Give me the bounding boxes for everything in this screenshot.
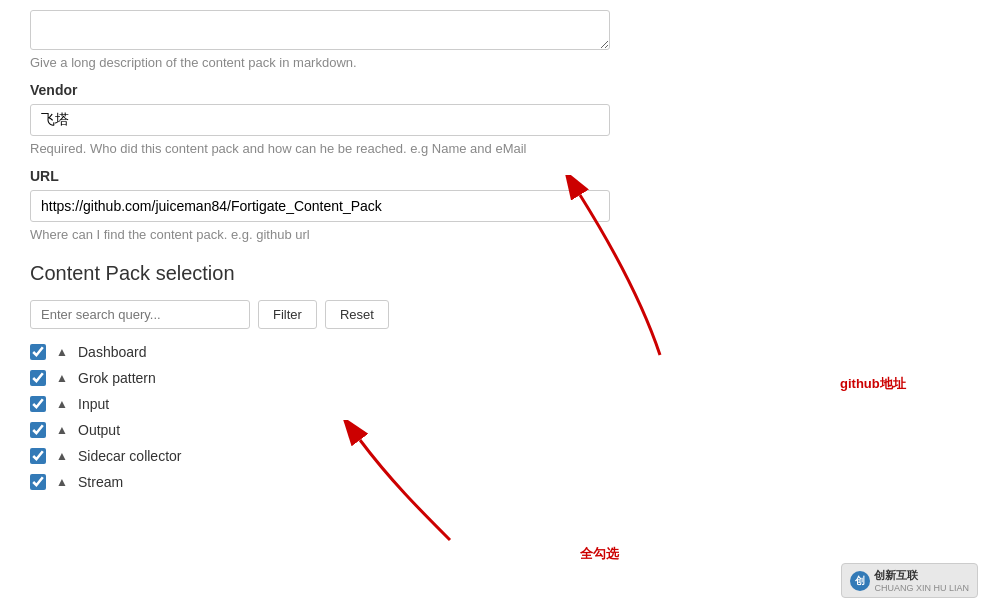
chevron-up-icon: ▲ (54, 344, 70, 360)
select-all-annotation: 全勾选 (580, 545, 619, 563)
github-annotation: github地址 (840, 375, 906, 393)
chevron-up-icon: ▲ (54, 370, 70, 386)
output-checkbox[interactable] (30, 422, 46, 438)
dashboard-checkbox[interactable] (30, 344, 46, 360)
item-label: Grok pattern (78, 370, 156, 386)
list-item: ▲ Dashboard (30, 344, 956, 360)
list-item: ▲ Stream (30, 474, 956, 490)
grok-pattern-checkbox[interactable] (30, 370, 46, 386)
reset-button[interactable]: Reset (325, 300, 389, 329)
stream-checkbox[interactable] (30, 474, 46, 490)
watermark-icon: 创 (850, 571, 870, 591)
list-item: ▲ Input (30, 396, 956, 412)
item-label: Input (78, 396, 109, 412)
list-item: ▲ Output (30, 422, 956, 438)
item-label: Output (78, 422, 120, 438)
url-label: URL (30, 168, 956, 184)
chevron-up-icon: ▲ (54, 474, 70, 490)
search-row: Filter Reset (30, 300, 956, 329)
search-input[interactable] (30, 300, 250, 329)
item-label: Stream (78, 474, 123, 490)
list-item: ▲ Sidecar collector (30, 448, 956, 464)
input-checkbox[interactable] (30, 396, 46, 412)
checklist-container: ▲ Dashboard ▲ Grok pattern ▲ Input ▲ Out… (30, 344, 956, 490)
url-hint: Where can I find the content pack. e.g. … (30, 227, 956, 242)
vendor-hint: Required. Who did this content pack and … (30, 141, 956, 156)
vendor-input[interactable] (30, 104, 610, 136)
list-item: ▲ Grok pattern (30, 370, 956, 386)
description-textarea[interactable] (30, 10, 610, 50)
description-hint: Give a long description of the content p… (30, 55, 956, 70)
item-label: Dashboard (78, 344, 147, 360)
watermark-text: 创新互联 CHUANG XIN HU LIAN (874, 568, 969, 593)
content-pack-title: Content Pack selection (30, 262, 956, 285)
sidecar-collector-checkbox[interactable] (30, 448, 46, 464)
filter-button[interactable]: Filter (258, 300, 317, 329)
page-container: Give a long description of the content p… (0, 0, 986, 606)
chevron-up-icon: ▲ (54, 448, 70, 464)
watermark: 创 创新互联 CHUANG XIN HU LIAN (841, 563, 978, 598)
chevron-up-icon: ▲ (54, 396, 70, 412)
url-input[interactable] (30, 190, 610, 222)
vendor-label: Vendor (30, 82, 956, 98)
item-label: Sidecar collector (78, 448, 182, 464)
chevron-up-icon: ▲ (54, 422, 70, 438)
